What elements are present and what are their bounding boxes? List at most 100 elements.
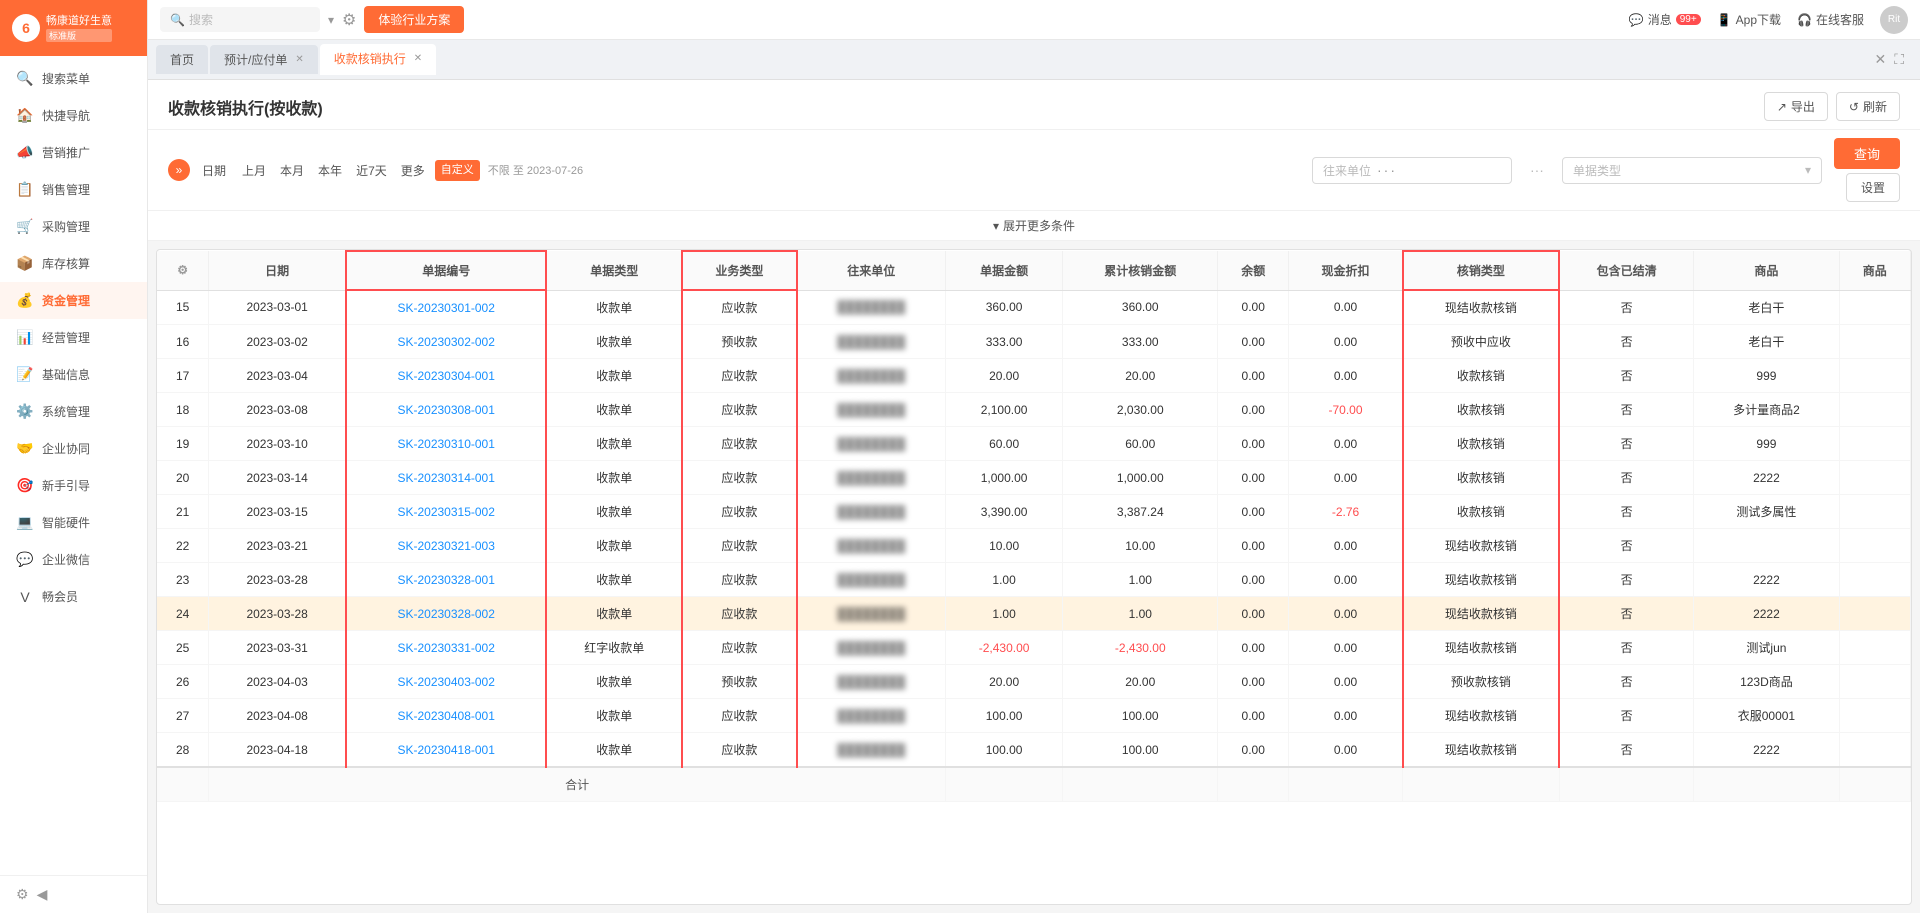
partner-filter[interactable]: 往来单位 ··· xyxy=(1312,157,1512,184)
this-month-btn[interactable]: 本月 xyxy=(276,160,308,181)
avatar[interactable]: Rit xyxy=(1880,6,1908,34)
footer-empty xyxy=(157,767,209,802)
row-product2 xyxy=(1839,393,1910,427)
data-table-container: ⚙ 日期 单据编号 单据类型 业务类型 往来单位 单据金额 累计核销金额 余额 … xyxy=(156,249,1912,905)
row-balance: 0.00 xyxy=(1218,665,1289,699)
sidebar-item-inventory[interactable]: 📦库存核算 xyxy=(0,245,147,282)
tab-writeoff[interactable]: 收款核销执行 ✕ xyxy=(320,44,436,75)
settings-button[interactable]: 设置 xyxy=(1846,173,1900,202)
row-balance: 0.00 xyxy=(1218,597,1289,631)
refresh-button[interactable]: ↺ 刷新 xyxy=(1836,92,1900,121)
row-doc-type: 收款单 xyxy=(546,529,682,563)
sidebar-item-hardware[interactable]: 💻智能硬件 xyxy=(0,504,147,541)
row-product: 测试jun xyxy=(1694,631,1839,665)
row-include-settled: 否 xyxy=(1559,427,1694,461)
sidebar-item-quick-nav[interactable]: 🏠快捷导航 xyxy=(0,97,147,134)
row-writeoff-type: 现结收款核销 xyxy=(1403,733,1559,768)
row-doc-no: SK-20230328-001 xyxy=(346,563,547,597)
export-button[interactable]: ↗ 导出 xyxy=(1764,92,1828,121)
tab-prepay[interactable]: 预计/应付单 ✕ xyxy=(210,45,318,74)
sidebar-item-wechat[interactable]: 💬企业微信 xyxy=(0,541,147,578)
sidebar-item-search[interactable]: 🔍搜索菜单 xyxy=(0,60,147,97)
row-doc-no: SK-20230315-002 xyxy=(346,495,547,529)
row-amount: 10.00 xyxy=(945,529,1063,563)
custom-date-btn[interactable]: 自定义 xyxy=(435,160,480,181)
filter-toggle[interactable]: » xyxy=(168,159,190,181)
row-amount: 333.00 xyxy=(945,325,1063,359)
doc-no-link[interactable]: SK-20230328-002 xyxy=(397,607,494,621)
dropdown-arrow-icon[interactable]: ▾ xyxy=(328,13,334,27)
industry-btn[interactable]: 体验行业方案 xyxy=(364,6,464,33)
row-discount: 0.00 xyxy=(1289,563,1403,597)
doc-no-link[interactable]: SK-20230315-002 xyxy=(397,505,494,519)
sidebar-logo: 6 畅康道好生意 标准版 xyxy=(0,0,147,56)
col-biz-type-header: 业务类型 xyxy=(682,251,797,290)
doc-no-link[interactable]: SK-20230331-002 xyxy=(397,641,494,655)
maximize-window-icon[interactable]: ⛶ xyxy=(1894,51,1904,68)
gear-icon[interactable]: ⚙ xyxy=(342,10,356,30)
logo-name: 畅康道好生意 xyxy=(46,14,112,29)
sidebar-item-basic[interactable]: 📝基础信息 xyxy=(0,356,147,393)
doc-no-link[interactable]: SK-20230418-001 xyxy=(397,743,494,757)
messages-action[interactable]: 💬 消息 99+ xyxy=(1629,11,1701,28)
doc-no-link[interactable]: SK-20230301-002 xyxy=(397,301,494,315)
row-discount: 0.00 xyxy=(1289,529,1403,563)
tab-home[interactable]: 首页 xyxy=(156,45,208,74)
sidebar-item-sales[interactable]: 📋销售管理 xyxy=(0,171,147,208)
collapse-icon[interactable]: ◀ xyxy=(37,886,48,903)
doc-no-link[interactable]: SK-20230314-001 xyxy=(397,471,494,485)
doc-no-link[interactable]: SK-20230304-001 xyxy=(397,369,494,383)
page: 收款核销执行(按收款) ↗ 导出 ↺ 刷新 » 日期 上月 本月 本年 xyxy=(148,80,1920,913)
last-month-btn[interactable]: 上月 xyxy=(238,160,270,181)
row-writeoff-type: 预收中应收 xyxy=(1403,325,1559,359)
sidebar-item-operations[interactable]: 📊经营管理 xyxy=(0,319,147,356)
row-include-settled: 否 xyxy=(1559,461,1694,495)
row-product: 2222 xyxy=(1694,563,1839,597)
sidebar-item-finance[interactable]: 💰资金管理 xyxy=(0,282,147,319)
more-dates-btn[interactable]: 更多 xyxy=(397,160,429,181)
close-window-icon[interactable]: ✕ xyxy=(1874,51,1886,68)
last-7-days-btn[interactable]: 近7天 xyxy=(352,160,391,181)
doc-type-filter[interactable]: 单据类型 ▾ xyxy=(1562,157,1822,184)
this-year-btn[interactable]: 本年 xyxy=(314,160,346,181)
row-amount: 100.00 xyxy=(945,733,1063,768)
expand-more-btn[interactable]: ▾ 展开更多条件 xyxy=(993,217,1075,234)
logo-badge: 标准版 xyxy=(46,29,112,42)
sidebar-item-system[interactable]: ⚙️系统管理 xyxy=(0,393,147,430)
table-row: 19 2023-03-10 SK-20230310-001 收款单 应收款 ██… xyxy=(157,427,1911,461)
sidebar-item-enterprise[interactable]: 🤝企业协同 xyxy=(0,430,147,467)
topbar-search[interactable]: 🔍 搜索 xyxy=(160,7,320,32)
sidebar-item-purchase[interactable]: 🛒采购管理 xyxy=(0,208,147,245)
row-doc-type: 收款单 xyxy=(546,393,682,427)
app-download-action[interactable]: 📱 App下载 xyxy=(1717,11,1781,28)
doc-no-link[interactable]: SK-20230328-001 xyxy=(397,573,494,587)
search-icon: 🔍 xyxy=(170,13,185,27)
settings-icon[interactable]: ⚙ xyxy=(16,886,29,903)
row-partner: ████████ xyxy=(797,631,946,665)
row-doc-type: 收款单 xyxy=(546,699,682,733)
col-settings: ⚙ xyxy=(157,251,209,290)
headset-icon: 🎧 xyxy=(1797,13,1812,27)
row-date: 2023-03-15 xyxy=(209,495,346,529)
doc-no-link[interactable]: SK-20230403-002 xyxy=(397,675,494,689)
tab-writeoff-close[interactable]: ✕ xyxy=(414,53,422,64)
doc-no-link[interactable]: SK-20230308-001 xyxy=(397,403,494,417)
sidebar-item-marketing[interactable]: 📣营销推广 xyxy=(0,134,147,171)
row-include-settled: 否 xyxy=(1559,290,1694,325)
row-product: 999 xyxy=(1694,359,1839,393)
query-button[interactable]: 查询 xyxy=(1834,138,1900,169)
doc-no-link[interactable]: SK-20230408-001 xyxy=(397,709,494,723)
doc-no-link[interactable]: SK-20230321-003 xyxy=(397,539,494,553)
row-balance: 0.00 xyxy=(1218,290,1289,325)
column-settings-icon[interactable]: ⚙ xyxy=(177,263,188,277)
doc-no-link[interactable]: SK-20230310-001 xyxy=(397,437,494,451)
sidebar-item-guide[interactable]: 🎯新手引导 xyxy=(0,467,147,504)
support-action[interactable]: 🎧 在线客服 xyxy=(1797,11,1864,28)
col-discount-header: 现金折扣 xyxy=(1289,251,1403,290)
row-include-settled: 否 xyxy=(1559,495,1694,529)
col-balance-header: 余额 xyxy=(1218,251,1289,290)
table-row: 25 2023-03-31 SK-20230331-002 红字收款单 应收款 … xyxy=(157,631,1911,665)
sidebar-item-member[interactable]: V畅会员 xyxy=(0,578,147,615)
doc-no-link[interactable]: SK-20230302-002 xyxy=(397,335,494,349)
tab-prepay-close[interactable]: ✕ xyxy=(295,54,303,65)
